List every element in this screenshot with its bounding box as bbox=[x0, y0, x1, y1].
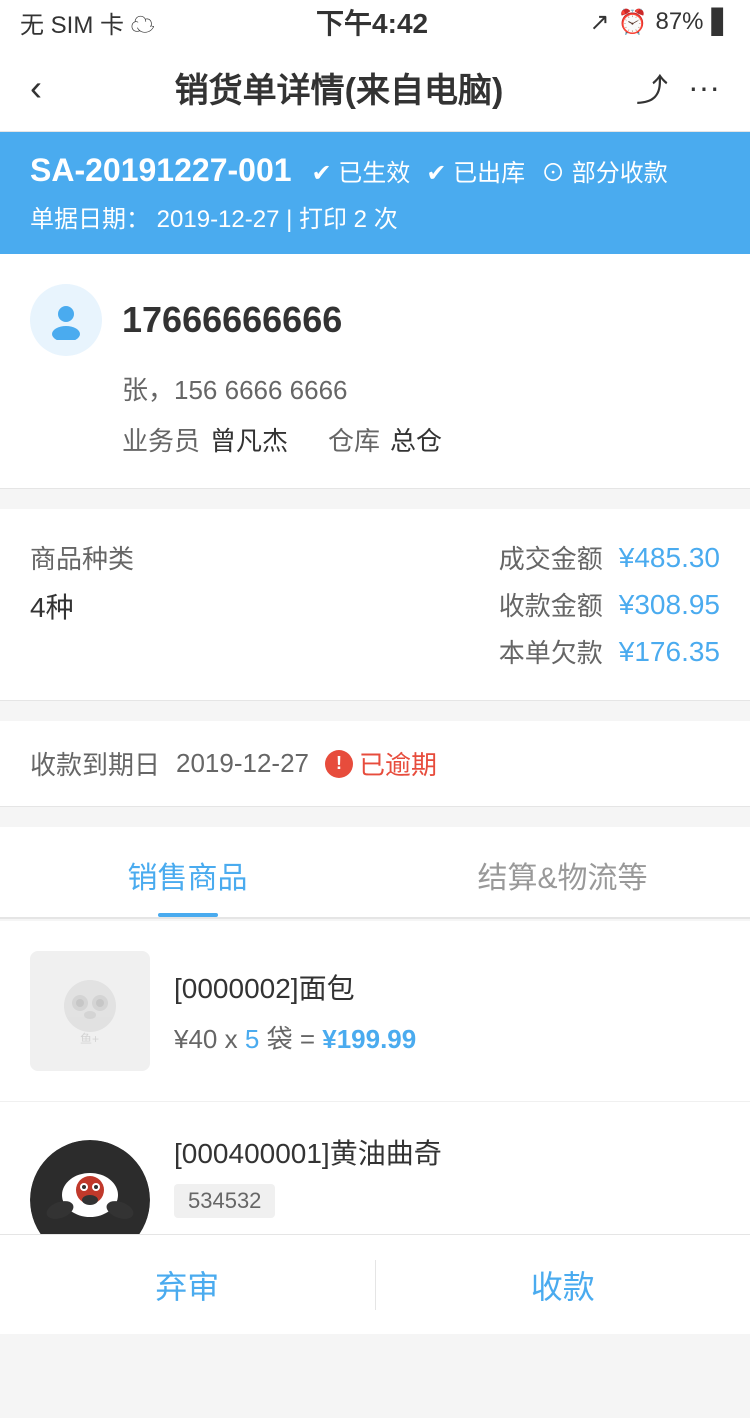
due-date-section: 收款到期日 2019-12-27 ! 已逾期 bbox=[0, 721, 750, 807]
tabs-row: 销售商品 结算&物流等 bbox=[0, 827, 750, 917]
debt-value: ¥176.35 bbox=[619, 636, 720, 668]
due-date-label: 收款到期日 bbox=[30, 745, 160, 782]
page-title: 销货单详情(来自电脑) bbox=[175, 63, 504, 112]
tab-underline bbox=[158, 913, 218, 917]
order-header: SA-20191227-001 ✔ 已生效 ✔ 已出库 ⊙ 部分收款 单据日期：… bbox=[0, 132, 750, 254]
product-name-0: [0000002]面包 bbox=[174, 967, 720, 1007]
summary-section: 商品种类 4种 成交金额 ¥485.30 收款金额 ¥308.95 本单欠款 ¥… bbox=[0, 509, 750, 701]
tabs-section: 销售商品 结算&物流等 bbox=[0, 827, 750, 919]
kind-label: 商品种类 bbox=[30, 539, 134, 576]
status-bar-left: 无 SIM 卡 ☁ bbox=[20, 5, 155, 40]
nav-bar: ‹ 销货单详情(来自电脑) ⤴ ··· bbox=[0, 44, 750, 132]
battery-icon: ▋ bbox=[712, 8, 730, 37]
badge-shipped: ✔ 已出库 bbox=[426, 153, 525, 188]
tab-sales-products[interactable]: 销售商品 bbox=[0, 827, 375, 917]
abandon-review-button[interactable]: 弃审 bbox=[0, 1242, 375, 1328]
receipt-label: 收款金额 bbox=[499, 586, 603, 623]
customer-section: 17666666666 张，156 6666 6666 业务员 曾凡杰 仓库 总… bbox=[0, 254, 750, 489]
summary-left: 商品种类 4种 bbox=[30, 539, 134, 626]
overdue-icon: ! bbox=[325, 750, 353, 778]
sim-label: 无 SIM 卡 ☁ bbox=[20, 5, 155, 40]
deal-amount-row: 成交金额 ¥485.30 bbox=[499, 539, 720, 576]
product-item: 鱼+ [0000002]面包 ¥40 x 5 袋 = ¥199.99 bbox=[0, 921, 750, 1102]
battery-label: 87% bbox=[655, 8, 703, 36]
status-bar-time: 下午4:42 bbox=[316, 2, 428, 42]
bottom-bar: 弃审 收款 bbox=[0, 1234, 750, 1334]
collect-payment-button[interactable]: 收款 bbox=[376, 1242, 750, 1328]
summary-right: 成交金额 ¥485.30 收款金额 ¥308.95 本单欠款 ¥176.35 bbox=[499, 539, 720, 670]
warehouse-item: 仓库 总仓 bbox=[328, 421, 442, 458]
avatar bbox=[30, 284, 102, 356]
kind-count: 4种 bbox=[30, 586, 134, 626]
customer-name: 张，156 6666 6666 bbox=[30, 370, 720, 407]
warehouse-label: 仓库 bbox=[328, 421, 380, 458]
overdue-text: 已逾期 bbox=[359, 745, 437, 782]
more-button[interactable]: ··· bbox=[688, 69, 720, 106]
salesperson-value: 曾凡杰 bbox=[210, 421, 288, 458]
order-id: SA-20191227-001 bbox=[30, 152, 292, 189]
tab-settlement-logistics[interactable]: 结算&物流等 bbox=[375, 827, 750, 917]
product-price-0: ¥40 x 5 袋 = ¥199.99 bbox=[174, 1019, 720, 1056]
receipt-amount-row: 收款金额 ¥308.95 bbox=[499, 586, 720, 623]
nav-actions: ⤴ ··· bbox=[636, 65, 720, 111]
location-icon: ↗ bbox=[589, 8, 609, 37]
product-info-0: [0000002]面包 ¥40 x 5 袋 = ¥199.99 bbox=[174, 967, 720, 1056]
due-date-value: 2019-12-27 bbox=[176, 748, 309, 779]
salesperson-label: 业务员 bbox=[122, 421, 200, 458]
badge-partial-payment: ⊙ 部分收款 bbox=[541, 153, 668, 188]
warehouse-value: 总仓 bbox=[390, 421, 442, 458]
deal-label: 成交金额 bbox=[499, 539, 603, 576]
badge-effective: ✔ 已生效 bbox=[312, 153, 411, 188]
receipt-value: ¥308.95 bbox=[619, 589, 720, 621]
deal-value: ¥485.30 bbox=[619, 542, 720, 574]
debt-amount-row: 本单欠款 ¥176.35 bbox=[499, 633, 720, 670]
order-date: 单据日期： 2019-12-27 | 打印 2 次 bbox=[30, 199, 720, 234]
overdue-badge: ! 已逾期 bbox=[325, 745, 437, 782]
customer-phone: 17666666666 bbox=[122, 299, 342, 341]
debt-label: 本单欠款 bbox=[499, 633, 603, 670]
svg-text:鱼+: 鱼+ bbox=[80, 1032, 99, 1046]
back-button[interactable]: ‹ bbox=[30, 67, 42, 109]
customer-main: 17666666666 bbox=[30, 284, 720, 356]
alarm-icon: ⏰ bbox=[618, 8, 648, 37]
status-bar-right: ↗ ⏰ 87% ▋ bbox=[589, 8, 730, 37]
salesperson-item: 业务员 曾凡杰 bbox=[122, 421, 288, 458]
order-badges: ✔ 已生效 ✔ 已出库 ⊙ 部分收款 bbox=[312, 153, 668, 188]
product-sku-1: 534532 bbox=[174, 1184, 275, 1218]
product-image-0: 鱼+ bbox=[30, 951, 150, 1071]
product-name-1: [000400001]黄油曲奇 bbox=[174, 1132, 720, 1172]
share-button[interactable]: ⤴ bbox=[636, 65, 668, 111]
customer-meta: 业务员 曾凡杰 仓库 总仓 bbox=[30, 421, 720, 458]
status-bar: 无 SIM 卡 ☁ 下午4:42 ↗ ⏰ 87% ▋ bbox=[0, 0, 750, 44]
